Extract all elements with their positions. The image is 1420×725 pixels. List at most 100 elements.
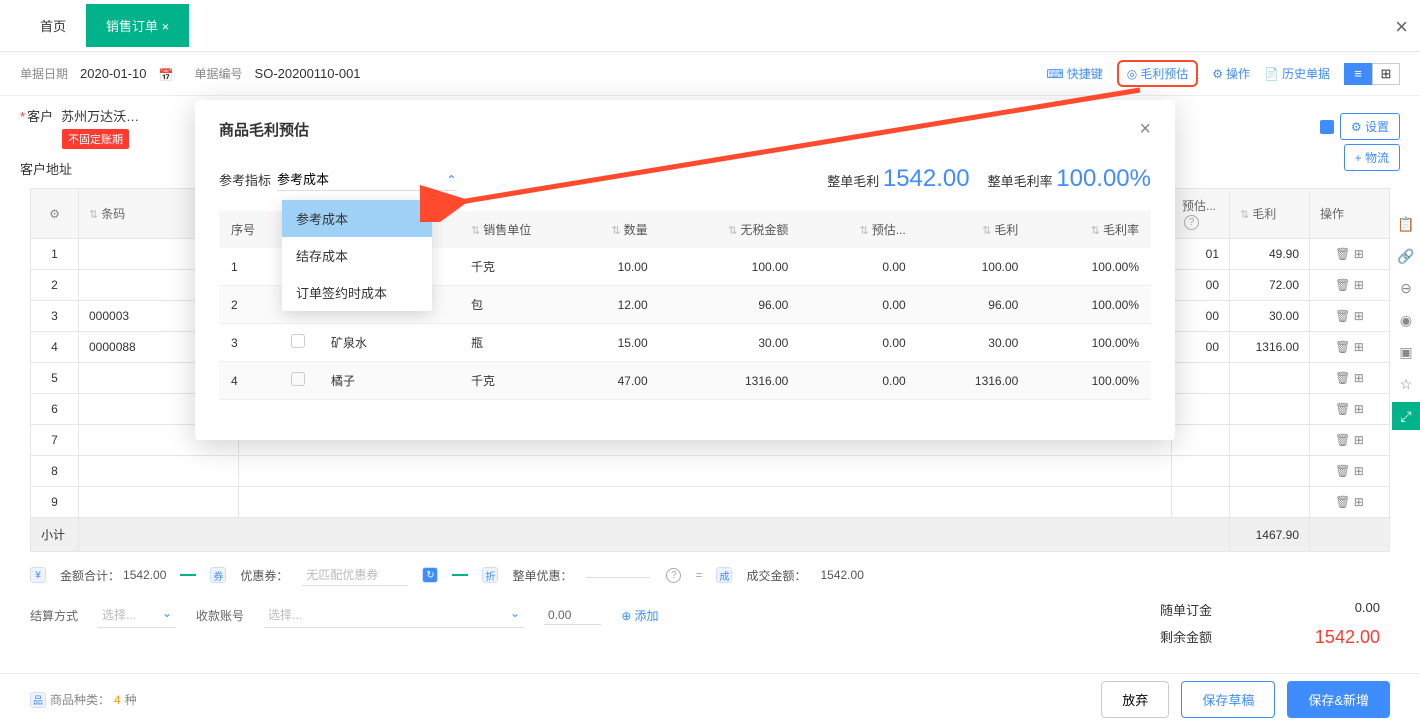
copy-icon[interactable] bbox=[1354, 340, 1364, 354]
indicator-label: 参考指标 bbox=[219, 170, 271, 189]
rail-user-icon[interactable]: ◉ bbox=[1392, 306, 1420, 334]
delete-icon[interactable] bbox=[1335, 402, 1350, 416]
delete-icon[interactable] bbox=[1335, 371, 1350, 385]
row-actions bbox=[1310, 363, 1390, 394]
rail-link-icon[interactable]: 🔗 bbox=[1392, 242, 1420, 270]
rail-box-icon[interactable]: ▣ bbox=[1392, 338, 1420, 366]
tab-home[interactable]: 首页 bbox=[20, 4, 86, 47]
settle-account-select[interactable]: 选择... bbox=[264, 602, 524, 628]
customer-name[interactable]: 苏州万达沃… bbox=[61, 106, 139, 125]
modal-title: 商品毛利预估 bbox=[219, 119, 309, 140]
profit-cell bbox=[1230, 363, 1310, 394]
rail-note-icon[interactable]: 📋 bbox=[1392, 210, 1420, 238]
shortcut-link[interactable]: ⌨快捷键 bbox=[1046, 65, 1102, 82]
kinds-label: 商品种类： bbox=[50, 691, 110, 708]
tab-sales-order[interactable]: 销售订单 × bbox=[86, 4, 189, 47]
profit-cell: 72.00 bbox=[1230, 270, 1310, 301]
row-num: 5 bbox=[31, 363, 79, 394]
mrow-profit: 1316.00 bbox=[918, 362, 1031, 400]
deal-value: 1542.00 bbox=[820, 568, 863, 582]
copy-icon[interactable] bbox=[1354, 464, 1364, 478]
col-gear[interactable] bbox=[31, 189, 79, 239]
gear-icon bbox=[49, 207, 60, 221]
mcol-seq[interactable]: 序号 bbox=[219, 211, 279, 248]
mcol-unit[interactable]: 销售单位 bbox=[459, 211, 559, 248]
mrow-profit: 30.00 bbox=[918, 324, 1031, 362]
kinds-unit: 种 bbox=[125, 691, 137, 708]
copy-icon[interactable] bbox=[1354, 247, 1364, 261]
delete-icon[interactable] bbox=[1335, 433, 1350, 447]
settings-button[interactable]: ⚙ 设置 bbox=[1340, 113, 1400, 140]
calendar-small-icon[interactable] bbox=[1320, 120, 1334, 134]
profit-estimate-link[interactable]: ◎毛利预估 bbox=[1117, 60, 1199, 87]
refresh-icon[interactable]: ↻ bbox=[422, 567, 438, 583]
doc-value: SO-20200110-001 bbox=[255, 66, 361, 81]
sum-value: 1542.00 bbox=[123, 568, 166, 582]
settle-amount[interactable]: 0.00 bbox=[544, 606, 601, 625]
date-value[interactable]: 2020-01-10 bbox=[80, 66, 147, 81]
mrow-rate: 100.00% bbox=[1030, 286, 1151, 324]
barcode-cell[interactable] bbox=[79, 456, 239, 487]
mcol-profit[interactable]: 毛利 bbox=[918, 211, 1031, 248]
mcol-rate[interactable]: 毛利率 bbox=[1030, 211, 1151, 248]
mrow-chk[interactable] bbox=[279, 248, 319, 286]
view-card-icon[interactable]: ⊞ bbox=[1372, 63, 1400, 85]
close-icon[interactable]: × bbox=[162, 19, 170, 34]
rail-star-icon[interactable]: ☆ bbox=[1392, 370, 1420, 398]
modal-close-icon[interactable]: × bbox=[1139, 118, 1151, 141]
total-profit-label: 整单毛利 bbox=[827, 174, 879, 189]
settle-method-label: 结算方式 bbox=[30, 607, 78, 624]
settle-method-select[interactable]: 选择... bbox=[98, 602, 176, 628]
mcol-qty[interactable]: 数量 bbox=[559, 211, 660, 248]
copy-icon[interactable] bbox=[1354, 278, 1364, 292]
copy-icon[interactable] bbox=[1354, 433, 1364, 447]
copy-icon[interactable] bbox=[1354, 309, 1364, 323]
sum-label: 金额合计： bbox=[60, 567, 120, 584]
mrow-notax: 100.00 bbox=[660, 248, 801, 286]
mrow-chk[interactable] bbox=[279, 324, 319, 362]
history-link[interactable]: 📄历史单据 bbox=[1264, 65, 1330, 82]
indicator-select[interactable]: ⌄ bbox=[277, 168, 457, 191]
add-settlement-button[interactable]: 添加 bbox=[621, 607, 658, 624]
delete-icon[interactable] bbox=[1335, 495, 1350, 509]
copy-icon[interactable] bbox=[1354, 495, 1364, 509]
discard-button[interactable]: 放弃 bbox=[1101, 681, 1169, 718]
est-cell: 01 bbox=[1172, 239, 1230, 270]
indicator-input[interactable] bbox=[277, 171, 407, 186]
col-profit[interactable]: 毛利 bbox=[1230, 189, 1310, 239]
mcol-est[interactable]: 预估... bbox=[800, 211, 917, 248]
delete-icon[interactable] bbox=[1335, 247, 1350, 261]
mrow-qty: 10.00 bbox=[559, 248, 660, 286]
delete-icon[interactable] bbox=[1335, 278, 1350, 292]
barcode-cell[interactable] bbox=[79, 487, 239, 518]
calendar-icon[interactable] bbox=[159, 67, 173, 81]
delete-icon[interactable] bbox=[1335, 340, 1350, 354]
save-draft-button[interactable]: 保存草稿 bbox=[1181, 681, 1275, 718]
logistics-button[interactable]: + 物流 bbox=[1344, 144, 1400, 171]
delete-icon[interactable] bbox=[1335, 309, 1350, 323]
row-actions bbox=[1310, 270, 1390, 301]
rail-expand-icon[interactable]: ⤢ bbox=[1392, 402, 1420, 430]
coupon-input[interactable]: 无匹配优惠券 bbox=[302, 564, 408, 586]
order-disc-input[interactable] bbox=[586, 573, 650, 578]
row-num: 2 bbox=[31, 270, 79, 301]
col-est[interactable]: 预估... bbox=[1172, 189, 1230, 239]
mcol-notax[interactable]: 无税金额 bbox=[660, 211, 801, 248]
total-rate-value: 100.00% bbox=[1056, 165, 1151, 192]
view-list-icon[interactable]: ≡ bbox=[1344, 63, 1372, 85]
operate-link[interactable]: ⚙操作 bbox=[1212, 65, 1250, 82]
mrow-chk[interactable] bbox=[279, 362, 319, 400]
save-new-button[interactable]: 保存&新增 bbox=[1287, 681, 1390, 718]
tab-label: 销售订单 bbox=[106, 19, 158, 34]
mrow-notax: 30.00 bbox=[660, 324, 801, 362]
rail-clock-icon[interactable]: ⊖ bbox=[1392, 274, 1420, 302]
remain-label: 剩余金额 bbox=[1160, 627, 1212, 648]
copy-icon[interactable] bbox=[1354, 371, 1364, 385]
delete-icon[interactable] bbox=[1335, 464, 1350, 478]
window-close-icon[interactable]: × bbox=[1395, 14, 1408, 40]
mrow-chk[interactable] bbox=[279, 286, 319, 324]
profit-cell: 1316.00 bbox=[1230, 332, 1310, 363]
copy-icon[interactable] bbox=[1354, 402, 1364, 416]
keyboard-icon: ⌨ bbox=[1046, 67, 1063, 81]
help-icon[interactable] bbox=[664, 567, 681, 583]
